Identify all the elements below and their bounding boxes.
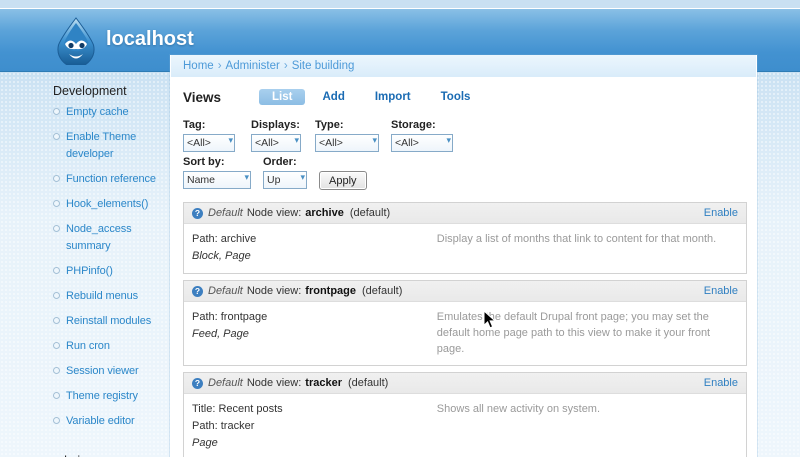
- view-description: Emulates the default Drupal front page; …: [436, 311, 711, 355]
- tab-tools[interactable]: Tools: [441, 89, 471, 105]
- view-type: Default: [208, 377, 243, 389]
- sidebar-item-reinstall-modules[interactable]: Reinstall modules: [53, 313, 170, 330]
- view-row-tracker: Default Node view: tracker (default) Ena…: [183, 372, 747, 457]
- view-type: Default: [208, 285, 243, 297]
- view-displays: Page: [192, 437, 218, 449]
- circle-bullet-icon: [53, 225, 66, 232]
- breadcrumb-separator: ›: [217, 60, 222, 72]
- enable-link[interactable]: Enable: [704, 281, 738, 301]
- view-description: Shows all new activity on system.: [436, 403, 601, 415]
- sidebar-section-development: Development Empty cache Enable Theme dev…: [0, 84, 170, 430]
- view-row-frontpage: Default Node view: frontpage (default) E…: [183, 280, 747, 366]
- sidebar: Development Empty cache Enable Theme dev…: [0, 72, 170, 457]
- sort-by-select[interactable]: Name: [183, 171, 251, 189]
- page-content: Views List Add Import Tools Tag: <All> D…: [171, 77, 756, 457]
- tab-list[interactable]: List: [259, 89, 306, 105]
- apply-button[interactable]: Apply: [319, 171, 367, 190]
- view-suffix: (default): [347, 377, 389, 389]
- breadcrumb-separator: ›: [283, 60, 288, 72]
- circle-bullet-icon: [53, 367, 66, 374]
- help-icon[interactable]: [192, 207, 203, 219]
- breadcrumb-link-home[interactable]: Home: [183, 60, 214, 72]
- view-kind: Node view:: [246, 377, 302, 389]
- view-title: Title: Recent posts: [192, 403, 283, 415]
- enable-link[interactable]: Enable: [704, 203, 738, 223]
- view-suffix: (default): [362, 285, 403, 297]
- circle-bullet-icon: [53, 417, 66, 424]
- view-displays: Feed, Page: [192, 328, 249, 340]
- tag-filter-select[interactable]: <All>: [183, 134, 235, 152]
- circle-bullet-icon: [53, 175, 66, 182]
- view-name: frontpage: [305, 285, 357, 297]
- filters-form: Tag: <All> Displays: <All> Type: <All> S…: [183, 119, 747, 190]
- view-path: Path: frontpage: [192, 311, 268, 323]
- displays-filter-select[interactable]: <All>: [251, 134, 301, 152]
- sidebar-item-function-reference[interactable]: Function reference: [53, 171, 170, 188]
- sidebar-item-phpinfo[interactable]: PHPinfo(): [53, 263, 170, 280]
- view-name: archive: [305, 207, 344, 219]
- view-path: Path: tracker: [192, 420, 255, 432]
- sidebar-item-variable-editor[interactable]: Variable editor: [53, 413, 170, 430]
- drupal-logo-icon[interactable]: [55, 17, 97, 65]
- view-path: Path: archive: [192, 233, 257, 245]
- sidebar-item-theme-registry[interactable]: Theme registry: [53, 388, 170, 405]
- displays-filter-label: Displays:: [251, 119, 300, 131]
- circle-bullet-icon: [53, 317, 66, 324]
- sidebar-item-hook-elements[interactable]: Hook_elements(): [53, 196, 170, 213]
- site-name-link[interactable]: localhost: [106, 28, 194, 51]
- sidebar-item-run-cron[interactable]: Run cron: [53, 338, 170, 355]
- breadcrumb: Home › Administer › Site building: [171, 55, 756, 77]
- tab-bar: List Add Import Tools: [259, 89, 500, 105]
- view-name: tracker: [305, 377, 342, 389]
- circle-bullet-icon: [53, 342, 66, 349]
- storage-filter-label: Storage:: [391, 119, 436, 131]
- view-kind: Node view:: [246, 285, 302, 297]
- drupal-admin-screen: localhost Development Empty cache Enable…: [0, 0, 800, 457]
- breadcrumb-link-site-building[interactable]: Site building: [292, 60, 355, 72]
- circle-bullet-icon: [53, 108, 66, 115]
- view-suffix: (default): [349, 207, 391, 219]
- circle-bullet-icon: [53, 133, 66, 140]
- breadcrumb-link-administer[interactable]: Administer: [226, 60, 280, 72]
- tab-add[interactable]: Add: [322, 89, 344, 105]
- enable-link[interactable]: Enable: [704, 373, 738, 393]
- circle-bullet-icon: [53, 200, 66, 207]
- sidebar-item-rebuild-menus[interactable]: Rebuild menus: [53, 288, 170, 305]
- sort-by-label: Sort by:: [183, 156, 225, 168]
- sidebar-item-session-viewer[interactable]: Session viewer: [53, 363, 170, 380]
- circle-bullet-icon: [53, 267, 66, 274]
- order-label: Order:: [263, 156, 297, 168]
- page-title: Views: [183, 89, 222, 105]
- help-icon[interactable]: [192, 377, 203, 389]
- top-strip: [0, 0, 800, 9]
- sidebar-item-enable-theme-developer[interactable]: Enable Theme developer: [53, 129, 170, 163]
- view-description: Display a list of months that link to co…: [436, 233, 717, 245]
- tag-filter-label: Tag:: [183, 119, 206, 131]
- sidebar-item-empty-cache[interactable]: Empty cache: [53, 104, 170, 121]
- circle-bullet-icon: [53, 292, 66, 299]
- sidebar-item-node-access-summary[interactable]: Node_access summary: [53, 221, 170, 255]
- storage-filter-select[interactable]: <All>: [391, 134, 453, 152]
- sidebar-section-title: Development: [53, 84, 127, 98]
- type-filter-select[interactable]: <All>: [315, 134, 379, 152]
- view-displays: Block, Page: [192, 250, 251, 262]
- main-panel: Home › Administer › Site building Views List…: [170, 55, 757, 457]
- help-icon[interactable]: [192, 285, 203, 297]
- order-select[interactable]: Up: [263, 171, 307, 189]
- circle-bullet-icon: [53, 392, 66, 399]
- type-filter-label: Type:: [315, 119, 344, 131]
- view-row-archive: Default Node view: archive (default) Ena…: [183, 202, 747, 274]
- view-type: Default: [208, 207, 243, 219]
- view-kind: Node view:: [246, 207, 302, 219]
- tab-import[interactable]: Import: [375, 89, 411, 105]
